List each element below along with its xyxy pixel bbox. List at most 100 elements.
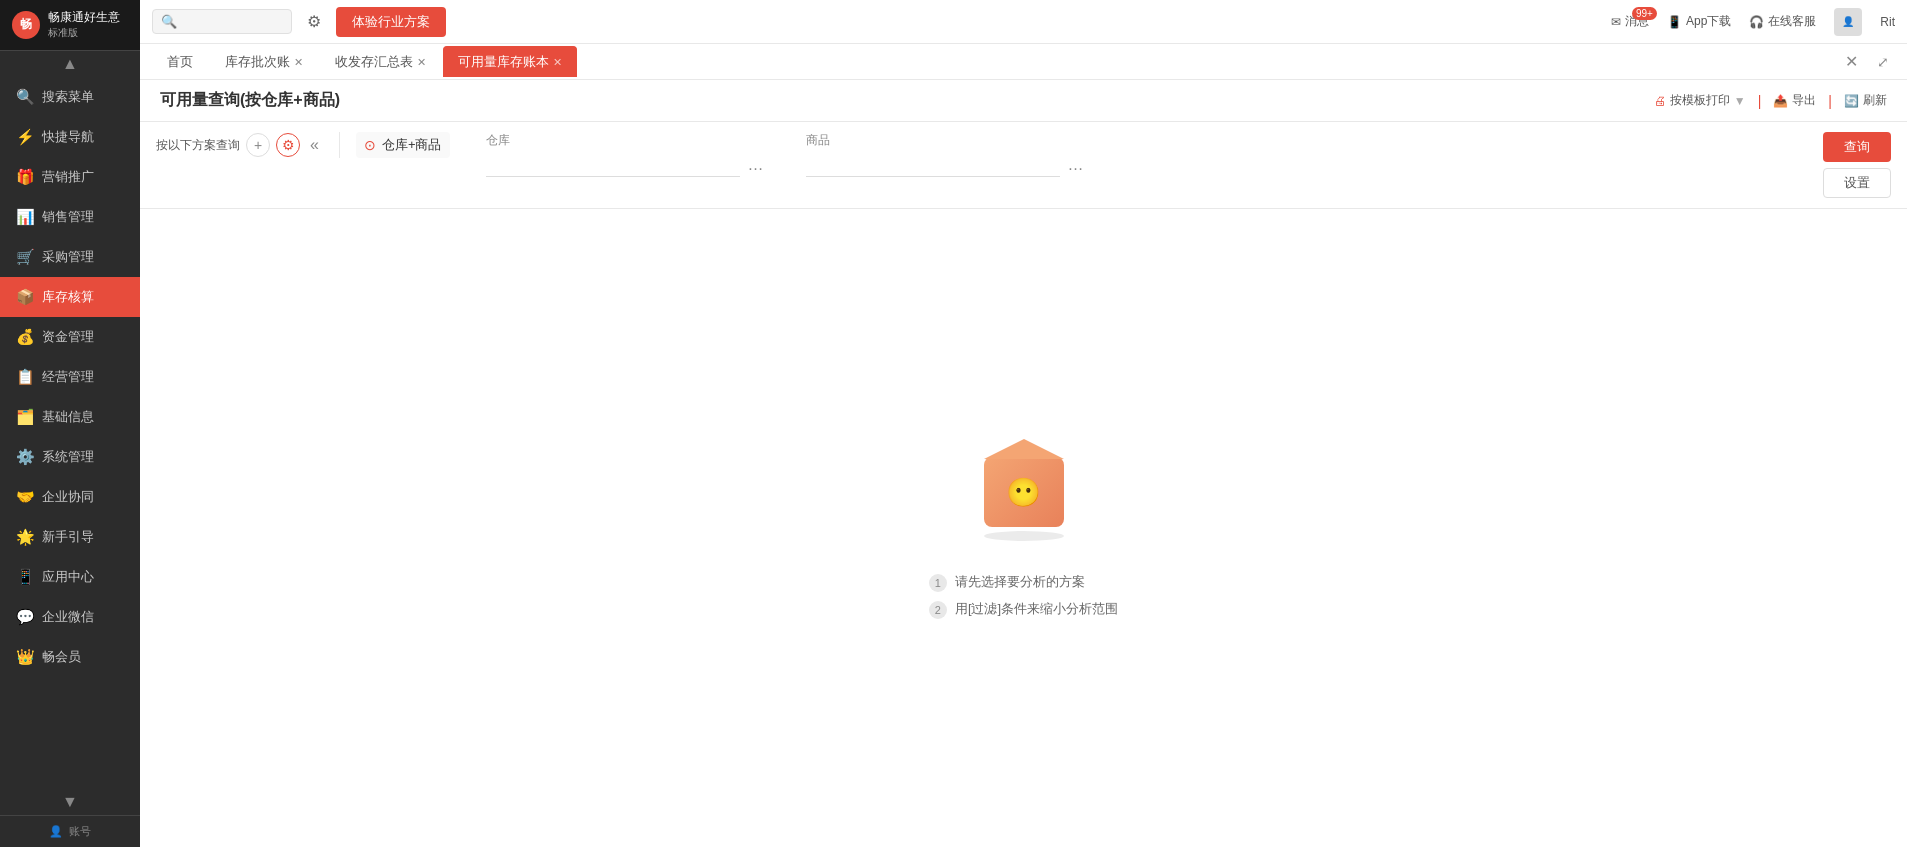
tab-close-receipt-summary[interactable]: ✕ [417, 56, 426, 69]
sidebar-item-purchase[interactable]: 🛒采购管理 [0, 237, 140, 277]
product-input[interactable] [806, 153, 1060, 177]
sidebar-icon-marketing: 🎁 [16, 168, 34, 186]
warehouse-more-icon[interactable]: … [746, 156, 766, 174]
tab-close-batch-ledger[interactable]: ✕ [294, 56, 303, 69]
warehouse-input[interactable] [486, 153, 740, 177]
sidebar-label-basic: 基础信息 [42, 408, 94, 426]
search-input[interactable] [181, 15, 283, 29]
message-icon: ✉ [1611, 15, 1621, 29]
sidebar-scroll-up[interactable]: ▲ [0, 51, 140, 77]
query-button[interactable]: 查询 [1823, 132, 1891, 162]
print-dropdown-icon[interactable]: ▼ [1734, 94, 1746, 108]
page-actions: 🖨 按模板打印 ▼ | 📤 导出 | 🔄 刷新 [1654, 92, 1887, 109]
app-download-label: App下载 [1686, 13, 1731, 30]
sidebar-label-sales: 销售管理 [42, 208, 94, 226]
sidebar-title: 畅康通好生意 [48, 10, 120, 26]
topbar: 🔍 ⚙ 体验行业方案 ✉ 消息 99+ 📱 App下载 🎧 在线客服 👤 Rit [140, 0, 1907, 44]
sidebar-scroll-down[interactable]: ▼ [0, 789, 140, 815]
message-button[interactable]: ✉ 消息 99+ [1611, 13, 1649, 30]
export-icon: 📤 [1773, 94, 1788, 108]
print-icon: 🖨 [1654, 94, 1666, 108]
avatar[interactable]: 👤 [1834, 8, 1862, 36]
sidebar-header: 畅 畅康通好生意 标准版 [0, 0, 140, 51]
refresh-button[interactable]: 🔄 刷新 [1844, 92, 1887, 109]
sidebar-icon-guide: 🌟 [16, 528, 34, 546]
filter-settings-button[interactable]: 设置 [1823, 168, 1891, 198]
sidebar-icon-search: 🔍 [16, 88, 34, 106]
filter-scheme-label: 按以下方案查询 [156, 137, 240, 154]
refresh-label: 刷新 [1863, 92, 1887, 109]
tab-available-ledger[interactable]: 可用量库存账本 ✕ [443, 46, 577, 77]
product-field: 商品 … [806, 132, 1086, 177]
tab-label-home: 首页 [167, 53, 193, 71]
empty-box: 😶 [984, 457, 1064, 527]
sidebar-bottom-icon: 👤 [49, 825, 63, 838]
page-header: 可用量查询(按仓库+商品) 🖨 按模板打印 ▼ | 📤 导出 | 🔄 刷新 [140, 80, 1907, 122]
sidebar-brand: 畅康通好生意 标准版 [48, 10, 120, 40]
scheme-list: ⊙ 仓库+商品 [356, 132, 470, 158]
scheme-settings-button[interactable]: ⚙ [276, 133, 300, 157]
close-all-tabs-button[interactable]: ✕ [1839, 50, 1863, 74]
sidebar-item-sales[interactable]: 📊销售管理 [0, 197, 140, 237]
expand-button[interactable]: ⤢ [1871, 50, 1895, 74]
page-title: 可用量查询(按仓库+商品) [160, 90, 1654, 111]
sidebar-label-marketing: 营销推广 [42, 168, 94, 186]
sidebar-item-enterprise[interactable]: 🤝企业协同 [0, 477, 140, 517]
sidebar-label-member: 畅会员 [42, 648, 81, 666]
sidebar-icon-member: 👑 [16, 648, 34, 666]
topbar-search-box: 🔍 [152, 9, 292, 34]
sidebar-label-search: 搜索菜单 [42, 88, 94, 106]
empty-face-icon: 😶 [1006, 476, 1041, 509]
tab-batch-ledger[interactable]: 库存批次账✕ [210, 46, 318, 77]
tab-label-receipt-summary: 收发存汇总表 [335, 53, 413, 71]
app-download-button[interactable]: 📱 App下载 [1667, 13, 1731, 30]
sidebar-icon-purchase: 🛒 [16, 248, 34, 266]
scheme-item-label: 仓库+商品 [382, 136, 442, 154]
topbar-right: ✉ 消息 99+ 📱 App下载 🎧 在线客服 👤 Rit [1611, 8, 1895, 36]
settings-icon[interactable]: ⚙ [300, 8, 328, 36]
product-input-row: … [806, 153, 1086, 177]
product-label: 商品 [806, 132, 1086, 149]
scheme-item-warehouse-product[interactable]: ⊙ 仓库+商品 [356, 132, 450, 158]
logo-text: 畅 [20, 16, 32, 33]
sidebar-item-operations[interactable]: 📋经营管理 [0, 357, 140, 397]
collapse-button[interactable]: « [306, 132, 323, 158]
sidebar-icon-shortcut: ⚡ [16, 128, 34, 146]
export-label: 导出 [1792, 92, 1816, 109]
empty-shadow [984, 531, 1064, 541]
print-label: 按模板打印 [1670, 92, 1730, 109]
sidebar-item-wechat[interactable]: 💬企业微信 [0, 597, 140, 637]
tip-text-1: 请先选择要分析的方案 [955, 573, 1085, 591]
online-service-button[interactable]: 🎧 在线客服 [1749, 13, 1816, 30]
sidebar-bottom[interactable]: 👤 账号 [0, 815, 140, 847]
export-button[interactable]: 📤 导出 [1773, 92, 1816, 109]
tab-receipt-summary[interactable]: 收发存汇总表 ✕ [320, 46, 441, 77]
sidebar-item-guide[interactable]: 🌟新手引导 [0, 517, 140, 557]
tab-label-available-ledger: 可用量库存账本 [458, 53, 549, 71]
add-scheme-button[interactable]: + [246, 133, 270, 157]
headset-icon: 🎧 [1749, 15, 1764, 29]
product-more-icon[interactable]: … [1066, 156, 1086, 174]
trial-button[interactable]: 体验行业方案 [336, 7, 446, 37]
sidebar-item-finance[interactable]: 💰资金管理 [0, 317, 140, 357]
sidebar-label-finance: 资金管理 [42, 328, 94, 346]
sidebar-item-member[interactable]: 👑 畅会员 [0, 637, 140, 677]
content-area: 可用量查询(按仓库+商品) 🖨 按模板打印 ▼ | 📤 导出 | 🔄 刷新 [140, 80, 1907, 847]
sidebar-icon-apps: 📱 [16, 568, 34, 586]
sidebar-item-search[interactable]: 🔍 搜索菜单 [0, 77, 140, 117]
warehouse-label: 仓库 [486, 132, 766, 149]
tip-num-2: 2 [929, 601, 947, 619]
tip-num-1: 1 [929, 574, 947, 592]
sidebar-item-basic[interactable]: 🗂️基础信息 [0, 397, 140, 437]
sidebar-item-shortcut[interactable]: ⚡快捷导航 [0, 117, 140, 157]
tab-home[interactable]: 首页 [152, 46, 208, 77]
print-button[interactable]: 🖨 按模板打印 ▼ [1654, 92, 1746, 109]
sidebar-item-marketing[interactable]: 🎁 营销推广 [0, 157, 140, 197]
sidebar-item-inventory[interactable]: 📦库存核算 [0, 277, 140, 317]
sidebar-label-enterprise: 企业协同 [42, 488, 94, 506]
empty-illustration: 😶 [964, 437, 1084, 557]
username[interactable]: Rit [1880, 15, 1895, 29]
sidebar-item-system[interactable]: ⚙️系统管理 [0, 437, 140, 477]
tab-close-available-ledger[interactable]: ✕ [553, 56, 562, 69]
sidebar-item-apps[interactable]: 📱应用中心 [0, 557, 140, 597]
